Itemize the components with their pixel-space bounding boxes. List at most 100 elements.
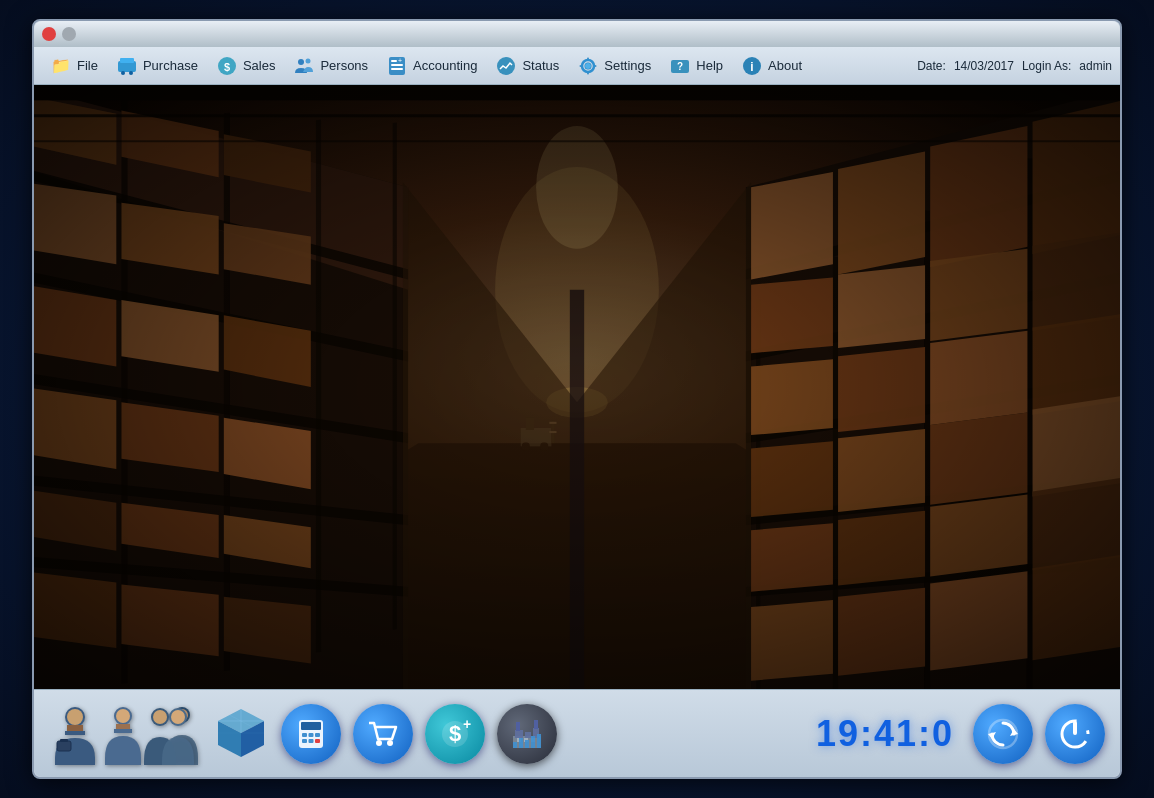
svg-rect-150 [534, 720, 538, 729]
svg-rect-157 [531, 736, 535, 748]
svg-rect-135 [315, 733, 320, 737]
svg-point-7 [306, 58, 311, 63]
menu-status-label: Status [522, 58, 559, 73]
status-icon [495, 55, 517, 77]
close-button[interactable] [42, 27, 56, 41]
minimize-button[interactable] [62, 27, 76, 41]
bottom-toolbar: $ + [34, 689, 1120, 777]
svg-point-6 [298, 59, 304, 65]
menu-sales-label: Sales [243, 58, 276, 73]
svg-rect-111 [65, 731, 85, 735]
svg-rect-154 [513, 742, 517, 748]
main-content [34, 85, 1120, 689]
svg-rect-9 [391, 60, 397, 62]
user-value: admin [1079, 59, 1112, 73]
svg-point-109 [67, 709, 83, 725]
accounting-icon: + [386, 55, 408, 77]
menu-persons[interactable]: Persons [285, 51, 376, 81]
menu-sales[interactable]: $ Sales [208, 51, 284, 81]
menu-purchase-label: Purchase [143, 58, 198, 73]
menu-bar: 📁 File Purchase $ Sales [34, 47, 1120, 85]
menu-help-label: Help [696, 58, 723, 73]
accounting2-icon: $ + [425, 704, 485, 764]
svg-rect-113 [60, 739, 68, 742]
reports-button[interactable] [494, 701, 560, 767]
persons-group-area [46, 703, 200, 765]
svg-rect-149 [516, 722, 520, 731]
calculator-button[interactable] [278, 701, 344, 767]
warehouse-background [34, 85, 1120, 689]
menu-file-label: File [77, 58, 98, 73]
svg-rect-134 [309, 733, 314, 737]
svg-point-13 [497, 57, 515, 75]
app-window: 📁 File Purchase $ Sales [32, 19, 1122, 779]
svg-point-2 [121, 71, 125, 75]
title-bar [34, 21, 1120, 47]
svg-point-16 [585, 63, 591, 69]
menu-status[interactable]: Status [487, 51, 567, 81]
svg-text:?: ? [677, 61, 683, 72]
file-icon: 📁 [50, 55, 72, 77]
svg-rect-136 [302, 739, 307, 743]
group-icon[interactable] [142, 703, 200, 765]
menu-settings-label: Settings [604, 58, 651, 73]
menu-info: Date: 14/03/2017 Login As: admin [917, 59, 1112, 73]
persons-icon [293, 55, 315, 77]
date-value: 14/03/2017 [954, 59, 1014, 73]
menu-settings[interactable]: Settings [569, 51, 659, 81]
svg-rect-156 [525, 740, 529, 748]
svg-point-3 [129, 71, 133, 75]
clock-display: 19:41:0 [816, 713, 954, 755]
menu-accounting[interactable]: + Accounting [378, 51, 485, 81]
svg-text:i: i [750, 60, 753, 74]
help-icon: ? [669, 55, 691, 77]
svg-rect-137 [309, 739, 314, 743]
svg-text:$: $ [449, 721, 461, 746]
accounting-button[interactable]: $ + [422, 701, 488, 767]
settings-icon [577, 55, 599, 77]
reports-icon [497, 704, 557, 764]
login-label: Login As: [1022, 59, 1071, 73]
svg-text:+: + [463, 716, 471, 732]
cart-icon [353, 704, 413, 764]
svg-rect-11 [391, 68, 403, 70]
svg-rect-155 [519, 738, 523, 748]
calculator-icon [281, 704, 341, 764]
svg-point-123 [171, 710, 185, 724]
cart-button[interactable] [350, 701, 416, 767]
about-icon: i [741, 55, 763, 77]
svg-rect-117 [114, 729, 132, 733]
power-icon [1045, 704, 1105, 764]
svg-rect-10 [391, 64, 403, 66]
menu-purchase[interactable]: Purchase [108, 51, 206, 81]
svg-point-140 [387, 740, 393, 746]
svg-text:$: $ [224, 61, 230, 73]
purchase-icon [116, 55, 138, 77]
menu-about-label: About [768, 58, 802, 73]
svg-rect-147 [525, 732, 531, 738]
power-button[interactable] [1042, 701, 1108, 767]
svg-rect-163 [1073, 721, 1077, 735]
svg-rect-138 [315, 739, 320, 743]
menu-file[interactable]: 📁 File [42, 51, 106, 81]
svg-rect-133 [302, 733, 307, 737]
menu-help[interactable]: ? Help [661, 51, 731, 81]
refresh-icon [973, 704, 1033, 764]
date-label: Date: [917, 59, 946, 73]
svg-rect-1 [120, 58, 134, 63]
menu-accounting-label: Accounting [413, 58, 477, 73]
menu-persons-label: Persons [320, 58, 368, 73]
svg-point-121 [153, 710, 167, 724]
svg-rect-146 [515, 730, 523, 738]
inventory-cube-icon[interactable] [210, 703, 272, 765]
svg-point-115 [116, 709, 130, 723]
svg-rect-107 [34, 85, 1120, 689]
svg-rect-112 [57, 741, 71, 751]
svg-point-139 [376, 740, 382, 746]
refresh-button[interactable] [970, 701, 1036, 767]
svg-rect-132 [301, 722, 321, 730]
menu-about[interactable]: i About [733, 51, 810, 81]
svg-rect-158 [537, 734, 541, 748]
sales-icon: $ [216, 55, 238, 77]
svg-text:+: + [398, 57, 402, 64]
